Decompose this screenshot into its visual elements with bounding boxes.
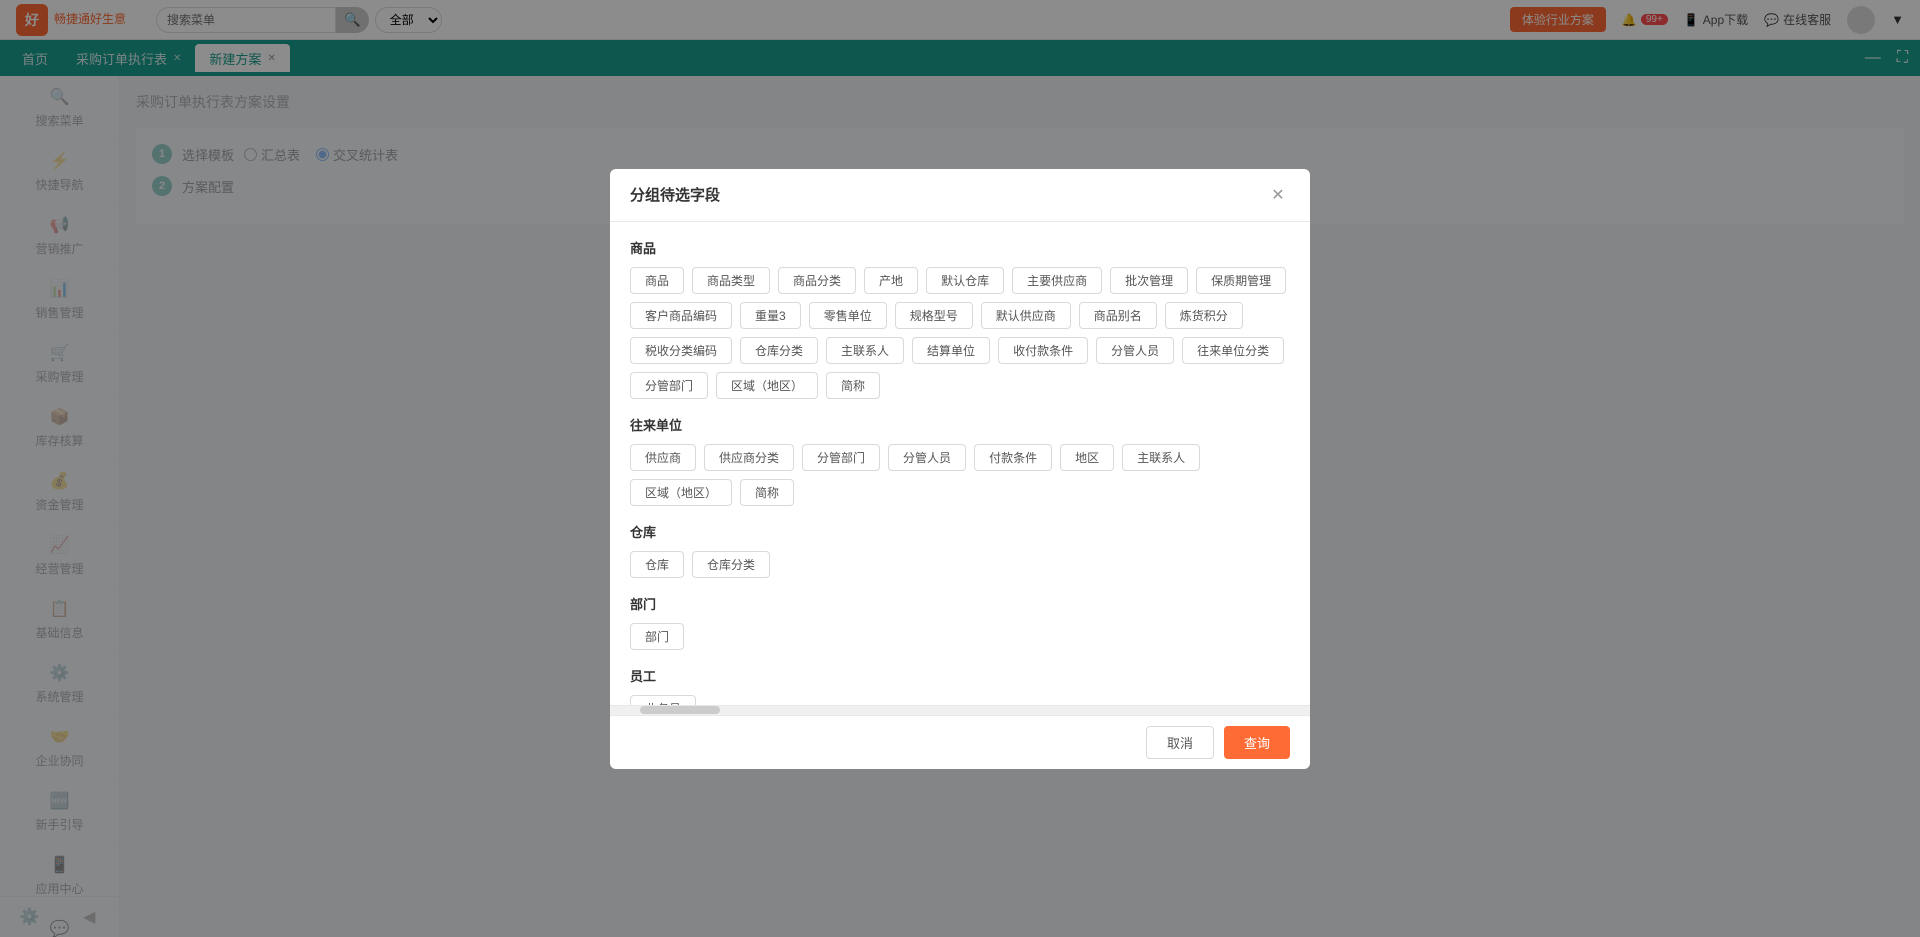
field-tag-supplier-category[interactable]: 供应商分类 xyxy=(704,444,794,471)
field-group-goods-title: 商品 xyxy=(630,238,1290,257)
field-tag-short-name[interactable]: 简称 xyxy=(826,372,880,399)
field-tag-partner-category[interactable]: 往来单位分类 xyxy=(1182,337,1284,364)
field-tag-contact[interactable]: 主联系人 xyxy=(826,337,904,364)
field-tag-main-contact[interactable]: 主联系人 xyxy=(1122,444,1200,471)
cancel-button[interactable]: 取消 xyxy=(1146,726,1214,759)
field-group-goods: 商品 商品 商品类型 商品分类 产地 默认仓库 主要供应商 批次管理 保质期管理… xyxy=(630,238,1290,399)
field-tag-region2[interactable]: 区域（地区） xyxy=(630,479,732,506)
modal-header: 分组待选字段 ✕ xyxy=(610,169,1310,222)
field-tag-default-warehouse[interactable]: 默认仓库 xyxy=(926,267,1004,294)
modal-body: 商品 商品 商品类型 商品分类 产地 默认仓库 主要供应商 批次管理 保质期管理… xyxy=(610,222,1310,706)
field-tag-partner-supervisor[interactable]: 分管人员 xyxy=(888,444,966,471)
field-tag-weight[interactable]: 重量3 xyxy=(740,302,801,329)
field-tag-default-supplier[interactable]: 默认供应商 xyxy=(981,302,1071,329)
field-tag-payment-cond[interactable]: 付款条件 xyxy=(974,444,1052,471)
modal-close-button[interactable]: ✕ xyxy=(1266,183,1290,207)
field-tag-salesperson[interactable]: 业务员 xyxy=(630,695,696,706)
field-tag-warehouse[interactable]: 仓库 xyxy=(630,551,684,578)
field-group-employee-title: 员工 xyxy=(630,666,1290,685)
field-tags-department: 部门 xyxy=(630,623,1290,650)
field-group-employee: 员工 业务员 xyxy=(630,666,1290,706)
field-tag-batch-mgmt[interactable]: 批次管理 xyxy=(1110,267,1188,294)
field-tags-employee: 业务员 xyxy=(630,695,1290,706)
modal-horizontal-scrollbar[interactable] xyxy=(610,705,1310,714)
field-group-department: 部门 部门 xyxy=(630,594,1290,650)
field-group-warehouse-title: 仓库 xyxy=(630,522,1290,541)
field-tag-region[interactable]: 区域（地区） xyxy=(716,372,818,399)
field-tag-warehouse-cat[interactable]: 仓库分类 xyxy=(692,551,770,578)
field-tag-goods-type[interactable]: 商品类型 xyxy=(692,267,770,294)
field-group-partner: 往来单位 供应商 供应商分类 分管部门 分管人员 付款条件 地区 主联系人 区域… xyxy=(630,415,1290,506)
field-tag-points[interactable]: 炼货积分 xyxy=(1165,302,1243,329)
field-tag-payment-terms[interactable]: 收付款条件 xyxy=(998,337,1088,364)
field-tag-origin[interactable]: 产地 xyxy=(864,267,918,294)
modal-overlay: 分组待选字段 ✕ 商品 商品 商品类型 商品分类 产地 默认仓库 主要供应商 批… xyxy=(0,0,1920,937)
field-tag-dept[interactable]: 分管部门 xyxy=(630,372,708,399)
field-tag-goods-category[interactable]: 商品分类 xyxy=(778,267,856,294)
field-tag-spec[interactable]: 规格型号 xyxy=(895,302,973,329)
field-tag-short2[interactable]: 简称 xyxy=(740,479,794,506)
field-tags-partner: 供应商 供应商分类 分管部门 分管人员 付款条件 地区 主联系人 区域（地区） … xyxy=(630,444,1290,506)
confirm-button[interactable]: 查询 xyxy=(1224,726,1290,759)
field-tag-area[interactable]: 地区 xyxy=(1060,444,1114,471)
field-tag-supplier[interactable]: 供应商 xyxy=(630,444,696,471)
field-tag-settle-unit[interactable]: 结算单位 xyxy=(912,337,990,364)
field-tag-main-supplier[interactable]: 主要供应商 xyxy=(1012,267,1102,294)
field-tags-goods: 商品 商品类型 商品分类 产地 默认仓库 主要供应商 批次管理 保质期管理 客户… xyxy=(630,267,1290,399)
field-tag-department[interactable]: 部门 xyxy=(630,623,684,650)
field-tag-warehouse-category[interactable]: 仓库分类 xyxy=(740,337,818,364)
field-group-warehouse: 仓库 仓库 仓库分类 xyxy=(630,522,1290,578)
field-tag-goods[interactable]: 商品 xyxy=(630,267,684,294)
field-select-modal: 分组待选字段 ✕ 商品 商品 商品类型 商品分类 产地 默认仓库 主要供应商 批… xyxy=(610,169,1310,769)
modal-title: 分组待选字段 xyxy=(630,184,720,205)
field-tags-warehouse: 仓库 仓库分类 xyxy=(630,551,1290,578)
field-group-partner-title: 往来单位 xyxy=(630,415,1290,434)
field-tag-retail-unit[interactable]: 零售单位 xyxy=(809,302,887,329)
field-tag-supervisor[interactable]: 分管人员 xyxy=(1096,337,1174,364)
field-tag-goods-alias[interactable]: 商品别名 xyxy=(1079,302,1157,329)
field-group-department-title: 部门 xyxy=(630,594,1290,613)
field-tag-partner-dept[interactable]: 分管部门 xyxy=(802,444,880,471)
scroll-thumb xyxy=(640,706,720,714)
field-tag-tax-code[interactable]: 税收分类编码 xyxy=(630,337,732,364)
modal-footer: 取消 查询 xyxy=(610,715,1310,769)
field-tag-shelf-life[interactable]: 保质期管理 xyxy=(1196,267,1286,294)
field-tag-customer-code[interactable]: 客户商品编码 xyxy=(630,302,732,329)
